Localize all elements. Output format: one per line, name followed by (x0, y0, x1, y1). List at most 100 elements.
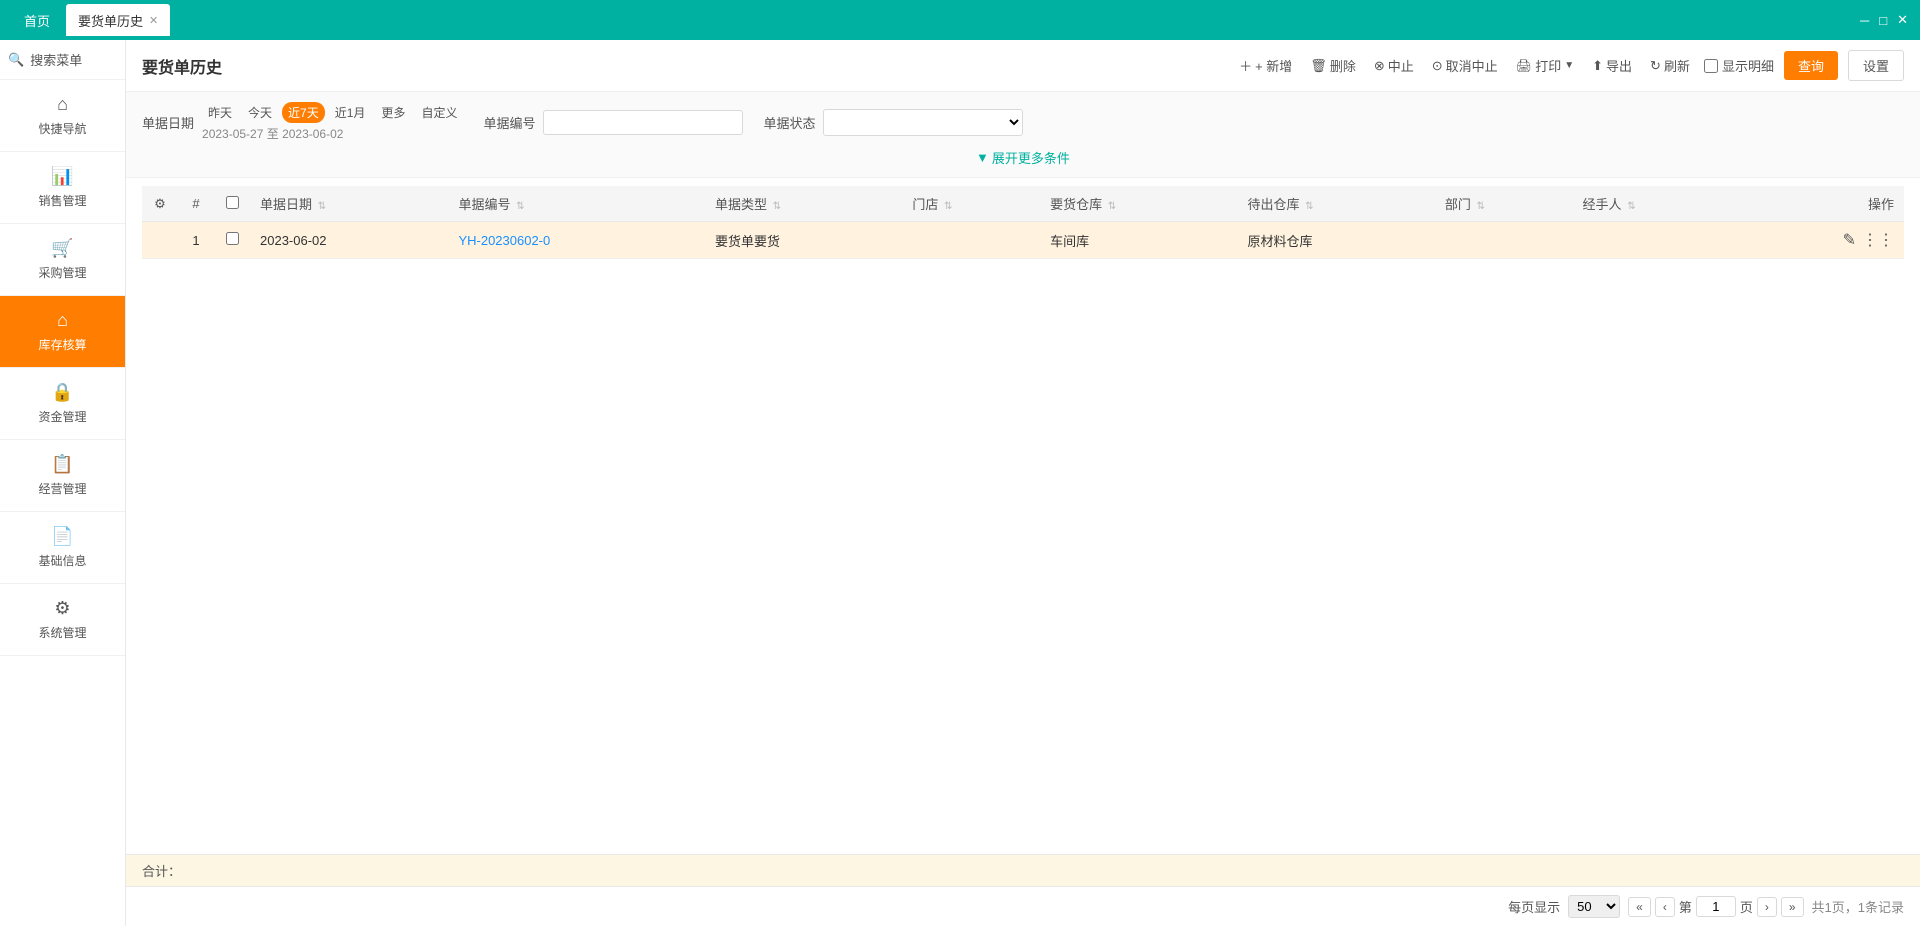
page-num-input[interactable] (1696, 896, 1736, 917)
bill-status-select[interactable] (823, 109, 1023, 136)
row-check[interactable] (214, 222, 250, 259)
col-pending-warehouse[interactable]: 待出仓库 ⇅ (1237, 186, 1434, 222)
window-close[interactable]: ✕ (1897, 12, 1908, 28)
page-size-select[interactable]: 50 10 20 100 (1568, 895, 1620, 918)
main-layout: 🔍 搜索菜单 ⌂ 快捷导航 📊 销售管理 🛒 采购管理 ⌂ 库存核算 🔒 资金管… (0, 40, 1920, 926)
col-req-warehouse[interactable]: 要货仓库 ⇅ (1040, 186, 1237, 222)
settings-button[interactable]: 设置 (1848, 50, 1904, 81)
bill-status-label: 单据状态 (763, 113, 815, 132)
row-handler (1573, 222, 1741, 259)
delete-button[interactable]: 🗑 删除 (1306, 54, 1360, 77)
refresh-label: 刷新 (1664, 56, 1690, 75)
edit-icon[interactable]: ✎ (1843, 230, 1856, 250)
window-minimize[interactable]: ─ (1860, 13, 1869, 28)
row-checkbox[interactable] (226, 232, 239, 245)
row-num: 1 (178, 222, 214, 259)
cancel-stop-icon: ⊙ (1432, 58, 1443, 74)
row-store (902, 222, 1040, 259)
sort-icon: ⇅ (1627, 201, 1635, 212)
bill-status-filter: 单据状态 (763, 109, 1023, 136)
tab-requisition-history[interactable]: 要货单历史 ✕ (66, 4, 170, 36)
row-actions: ✎ ⋮⋮ (1740, 222, 1904, 259)
last-page-btn[interactable]: » (1781, 897, 1804, 917)
first-page-btn[interactable]: « (1628, 897, 1651, 917)
query-button[interactable]: 查询 (1784, 51, 1838, 80)
sidebar: 🔍 搜索菜单 ⌂ 快捷导航 📊 销售管理 🛒 采购管理 ⌂ 库存核算 🔒 资金管… (0, 40, 126, 926)
new-button[interactable]: ＋ + 新增 (1235, 54, 1296, 77)
select-all-checkbox[interactable] (226, 196, 239, 209)
stop-icon: ⊗ (1374, 58, 1385, 74)
col-action: 操作 (1740, 186, 1904, 222)
export-button[interactable]: ⬆ 导出 (1588, 54, 1636, 77)
page-label-before: 第 (1679, 897, 1692, 916)
sort-icon: ⇅ (516, 201, 524, 212)
date-shortcuts: 昨天 今天 近7天 近1月 更多 自定义 (202, 102, 463, 123)
export-label: 导出 (1606, 56, 1632, 75)
sidebar-item-operations[interactable]: 📋 经营管理 (0, 440, 125, 512)
stop-label: 中止 (1388, 56, 1414, 75)
col-handler[interactable]: 经手人 ⇅ (1573, 186, 1741, 222)
date-filter: 单据日期 昨天 今天 近7天 近1月 更多 自定义 2023-05-27 至 2… (142, 102, 463, 142)
cancel-stop-button[interactable]: ⊙ 取消中止 (1428, 54, 1502, 77)
col-bill-no[interactable]: 单据编号 ⇅ (448, 186, 705, 222)
more-icon[interactable]: ⋮⋮ (1862, 230, 1894, 250)
col-date[interactable]: 单据日期 ⇅ (250, 186, 448, 222)
col-bill-type[interactable]: 单据类型 ⇅ (705, 186, 902, 222)
sort-icon: ⇅ (773, 201, 781, 212)
shortcut-today[interactable]: 今天 (242, 102, 278, 123)
sidebar-item-quick-nav[interactable]: ⌂ 快捷导航 (0, 80, 125, 152)
display-detail-check[interactable] (1704, 59, 1718, 73)
refresh-button[interactable]: ↻ 刷新 (1646, 54, 1694, 77)
sidebar-item-sales[interactable]: 📊 销售管理 (0, 152, 125, 224)
display-detail-checkbox[interactable]: 显示明细 (1704, 56, 1774, 75)
gear-icon: ⚙ (54, 598, 70, 619)
col-store[interactable]: 门店 ⇅ (902, 186, 1040, 222)
tab-label: 要货单历史 (78, 11, 143, 30)
sidebar-item-purchase[interactable]: 🛒 采购管理 (0, 224, 125, 296)
sort-icon: ⇅ (1108, 201, 1116, 212)
shortcut-yesterday[interactable]: 昨天 (202, 102, 238, 123)
tab-close-icon[interactable]: ✕ (149, 14, 158, 27)
col-department[interactable]: 部门 ⇅ (1435, 186, 1573, 222)
row-bill-type: 要货单要货 (705, 222, 902, 259)
shortcut-custom[interactable]: 自定义 (415, 102, 463, 123)
data-table: ⚙ # 单据日期 ⇅ 单据编号 ⇅ (142, 186, 1904, 259)
table-row: 1 2023-06-02 YH-20230602-0 要货单要货 车间库 原材料… (142, 222, 1904, 259)
page-nav: « ‹ 第 页 › » (1628, 896, 1803, 917)
row-pending-warehouse: 原材料仓库 (1237, 222, 1434, 259)
sort-icon: ⇅ (318, 201, 326, 212)
sidebar-item-system[interactable]: ⚙ 系统管理 (0, 584, 125, 656)
bill-no-input[interactable] (543, 110, 743, 135)
expand-more-label: 展开更多条件 (992, 148, 1070, 167)
home-icon: ⌂ (57, 94, 68, 115)
sidebar-item-basic-info[interactable]: 📄 基础信息 (0, 512, 125, 584)
export-icon: ⬆ (1592, 58, 1603, 74)
shortcut-more[interactable]: 更多 (375, 102, 411, 123)
content-area: 要货单历史 ＋ + 新增 🗑 删除 ⊗ 中止 ⊙ 取消中止 (126, 40, 1920, 926)
bill-status-select-wrap (823, 109, 1023, 136)
next-page-btn[interactable]: › (1757, 897, 1777, 917)
stop-button[interactable]: ⊗ 中止 (1370, 54, 1418, 77)
col-settings[interactable]: ⚙ (142, 186, 178, 222)
chevron-down-icon: ▼ (976, 150, 989, 165)
window-maximize[interactable]: □ (1879, 13, 1887, 28)
print-button[interactable]: 🖨 打印 ▼ (1512, 54, 1578, 77)
page-header: 要货单历史 ＋ + 新增 🗑 删除 ⊗ 中止 ⊙ 取消中止 (126, 40, 1920, 92)
shortcut-last7days[interactable]: 近7天 (282, 102, 325, 123)
shortcut-last1month[interactable]: 近1月 (329, 102, 372, 123)
sort-icon: ⇅ (1476, 201, 1484, 212)
print-icon: 🖨 (1516, 58, 1533, 74)
bill-no-link[interactable]: YH-20230602-0 (458, 233, 550, 248)
chart-icon: 📊 (51, 166, 73, 187)
cart-icon: 🛒 (51, 238, 73, 259)
sidebar-item-label: 搜索菜单 (30, 50, 82, 69)
tab-home[interactable]: 首页 (12, 4, 62, 36)
sidebar-item-label: 资金管理 (38, 408, 86, 425)
sidebar-item-inventory[interactable]: ⌂ 库存核算 (0, 296, 125, 368)
row-date: 2023-06-02 (250, 222, 448, 259)
expand-more-btn[interactable]: ▼ 展开更多条件 (142, 148, 1904, 167)
prev-page-btn[interactable]: ‹ (1655, 897, 1675, 917)
sidebar-item-finance[interactable]: 🔒 资金管理 (0, 368, 125, 440)
sidebar-item-search-menu[interactable]: 🔍 搜索菜单 (0, 40, 125, 80)
date-filter-label: 单据日期 (142, 113, 194, 132)
